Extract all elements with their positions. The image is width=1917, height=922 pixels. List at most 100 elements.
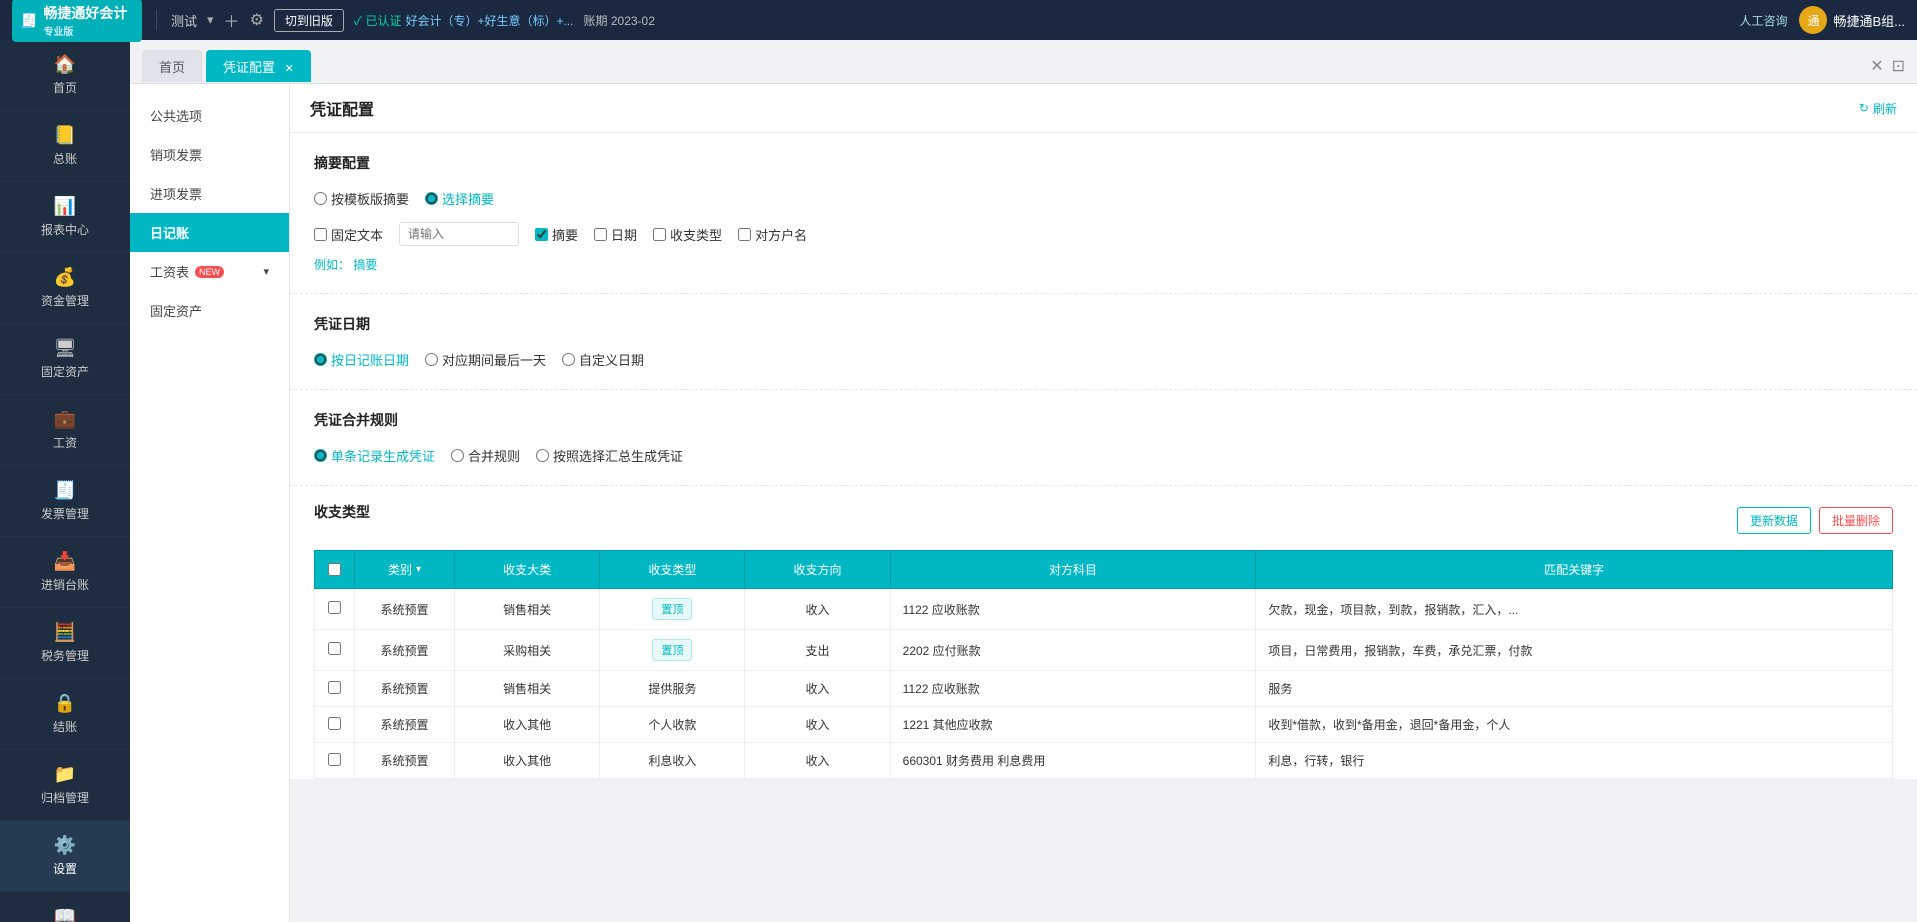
row-checkbox-0[interactable] xyxy=(328,601,341,614)
radio-merge-rule[interactable]: 合并规则 xyxy=(451,446,520,465)
table-action-btns: 更新数据 批量删除 xyxy=(1737,507,1893,534)
sidebar-label-report: 报表中心 xyxy=(41,221,89,238)
cell-keywords-3: 收到*借款，收到*备用金，退回*备用金，个人 xyxy=(1256,707,1893,743)
cell-check-3[interactable] xyxy=(315,707,355,743)
row-checkbox-1[interactable] xyxy=(328,642,341,655)
cell-check-2[interactable] xyxy=(315,671,355,707)
sidebar-item-tax[interactable]: 🧮 税务管理 xyxy=(0,608,130,679)
checkbox-date-input[interactable] xyxy=(594,228,607,241)
checkbox-date[interactable]: 日期 xyxy=(594,225,637,244)
table-row: 系统预置 销售相关 置顶 收入 1122 应收账款 欠款，现金，项目款，到款，报… xyxy=(315,589,1893,630)
sidebar-item-purchase[interactable]: 📥 进销台账 xyxy=(0,537,130,608)
voucher-date-title: 凭证日期 xyxy=(314,314,1893,334)
dropdown-icon[interactable]: ▾ xyxy=(207,12,214,28)
type-tag-1[interactable]: 置顶 xyxy=(652,639,692,661)
tab-voucher-config[interactable]: 凭证配置 ✕ xyxy=(206,50,311,82)
cell-keywords-2: 服务 xyxy=(1256,671,1893,707)
user-menu[interactable]: 通 畅捷通B组... xyxy=(1799,6,1905,34)
checkbox-date-label: 日期 xyxy=(611,225,637,244)
left-nav-label-payroll: 工资表 xyxy=(150,262,189,281)
sidebar-item-fund[interactable]: 💰 资金管理 xyxy=(0,253,130,324)
th-subject: 对方科目 xyxy=(890,551,1256,589)
sidebar-item-asset[interactable]: 🖥 固定资产 xyxy=(0,324,130,395)
tab-home[interactable]: 首页 xyxy=(142,50,202,82)
radio-select-total[interactable]: 按照选择汇总生成凭证 xyxy=(536,446,683,465)
switch-old-btn[interactable]: 切到旧版 xyxy=(274,9,344,32)
income-expense-section: 收支类型 更新数据 批量删除 xyxy=(290,486,1917,779)
avatar: 通 xyxy=(1799,6,1827,34)
sidebar-item-close[interactable]: 🔒 结账 xyxy=(0,679,130,750)
radio-custom-date[interactable]: 自定义日期 xyxy=(562,350,644,369)
checkbox-counterpart[interactable]: 对方户名 xyxy=(738,225,807,244)
update-data-btn[interactable]: 更新数据 xyxy=(1737,507,1811,534)
radio-custom-date-input[interactable] xyxy=(562,353,575,366)
batch-delete-btn[interactable]: 批量删除 xyxy=(1819,507,1893,534)
radio-journal-date-input[interactable] xyxy=(314,353,327,366)
voucher-date-section: 凭证日期 按日记账日期 对应期间最后一天 自定义日期 xyxy=(290,294,1917,390)
cell-check-1[interactable] xyxy=(315,630,355,671)
summary-radio-select-input[interactable] xyxy=(425,192,438,205)
checkbox-type[interactable]: 收支类型 xyxy=(653,225,722,244)
select-all-checkbox[interactable] xyxy=(328,563,341,576)
summary-radio-select[interactable]: 选择摘要 xyxy=(425,189,494,208)
content-area: 首页 凭证配置 ✕ ✕ ⊡ 公共选项 销项发票 进项发票 日记账 xyxy=(130,40,1917,922)
consult-btn[interactable]: 人工咨询 xyxy=(1739,12,1787,29)
checkbox-summary-input[interactable] xyxy=(535,228,548,241)
expand-icon[interactable]: ▾ xyxy=(263,265,269,278)
settings-icon[interactable]: ⚙ xyxy=(250,10,264,30)
summary-radio-template[interactable]: 按模板版摘要 xyxy=(314,189,409,208)
cell-check-0[interactable] xyxy=(315,589,355,630)
sidebar-item-home[interactable]: 🏠 首页 xyxy=(0,40,130,111)
checkbox-counterpart-input[interactable] xyxy=(738,228,751,241)
left-nav-label-journal: 日记账 xyxy=(150,223,189,242)
logo-sub: 专业版 xyxy=(43,23,127,38)
fixed-text-input[interactable] xyxy=(399,222,519,246)
refresh-btn[interactable]: ↻ 刷新 xyxy=(1859,100,1897,117)
tab-window-close-icon[interactable]: ✕ xyxy=(1870,56,1883,76)
sidebar-item-archive[interactable]: 📁 归档管理 xyxy=(0,750,130,821)
radio-single-input[interactable] xyxy=(314,449,327,462)
radio-select-total-input[interactable] xyxy=(536,449,549,462)
sidebar-item-guide[interactable]: 📖 新手引导 xyxy=(0,892,130,922)
cell-direction-2: 收入 xyxy=(745,671,890,707)
sidebar-item-invoice-mgmt[interactable]: 🧾 发票管理 xyxy=(0,466,130,537)
sidebar-item-salary[interactable]: 💼 工资 xyxy=(0,395,130,466)
cell-subject-3: 1221 其他应收款 xyxy=(890,707,1256,743)
tab-maximize-icon[interactable]: ⊡ xyxy=(1892,56,1905,76)
left-nav-item-sales-invoice[interactable]: 销项发票 xyxy=(130,135,289,174)
left-nav-item-payroll[interactable]: 工资表 NEW ▾ xyxy=(130,252,289,291)
checkbox-type-input[interactable] xyxy=(653,228,666,241)
row-checkbox-2[interactable] xyxy=(328,681,341,694)
cell-major-3: 收入其他 xyxy=(455,707,600,743)
add-icon[interactable]: ＋ xyxy=(224,8,240,32)
home-icon: 🏠 xyxy=(54,54,76,75)
tab-close-icon[interactable]: ✕ xyxy=(285,63,294,75)
left-nav-item-fixed-assets[interactable]: 固定资产 xyxy=(130,291,289,330)
row-checkbox-3[interactable] xyxy=(328,717,341,730)
category-sort-icon[interactable]: ▾ xyxy=(416,564,421,575)
sidebar-item-ledger[interactable]: 📒 总账 xyxy=(0,111,130,182)
radio-period-last[interactable]: 对应期间最后一天 xyxy=(425,350,546,369)
radio-period-last-input[interactable] xyxy=(425,353,438,366)
checkbox-fixed-text[interactable]: 固定文本 xyxy=(314,225,383,244)
summary-radio-template-input[interactable] xyxy=(314,192,327,205)
logo: 🧾 畅捷通好会计 专业版 xyxy=(12,0,142,42)
radio-merge-rule-input[interactable] xyxy=(451,449,464,462)
sidebar-item-settings[interactable]: ⚙️ 设置 xyxy=(0,821,130,892)
left-nav-item-purchase-invoice[interactable]: 进项发票 xyxy=(130,174,289,213)
left-nav-item-public[interactable]: 公共选项 xyxy=(130,96,289,135)
checkbox-summary[interactable]: 摘要 xyxy=(535,225,578,244)
row-checkbox-4[interactable] xyxy=(328,753,341,766)
radio-journal-date[interactable]: 按日记账日期 xyxy=(314,350,409,369)
cell-check-4[interactable] xyxy=(315,743,355,779)
cell-category-4: 系统预置 xyxy=(355,743,455,779)
radio-single[interactable]: 单条记录生成凭证 xyxy=(314,446,435,465)
type-tag-0[interactable]: 置顶 xyxy=(652,598,692,620)
tab-voucher-label: 凭证配置 xyxy=(223,60,275,75)
page-header: 凭证配置 ↻ 刷新 xyxy=(290,84,1917,133)
left-nav-item-journal[interactable]: 日记账 xyxy=(130,213,289,252)
sidebar-item-report[interactable]: 📊 报表中心 xyxy=(0,182,130,253)
th-direction: 收支方向 xyxy=(745,551,890,589)
checkbox-fixed-text-input[interactable] xyxy=(314,228,327,241)
sidebar-label-settings: 设置 xyxy=(53,860,77,877)
